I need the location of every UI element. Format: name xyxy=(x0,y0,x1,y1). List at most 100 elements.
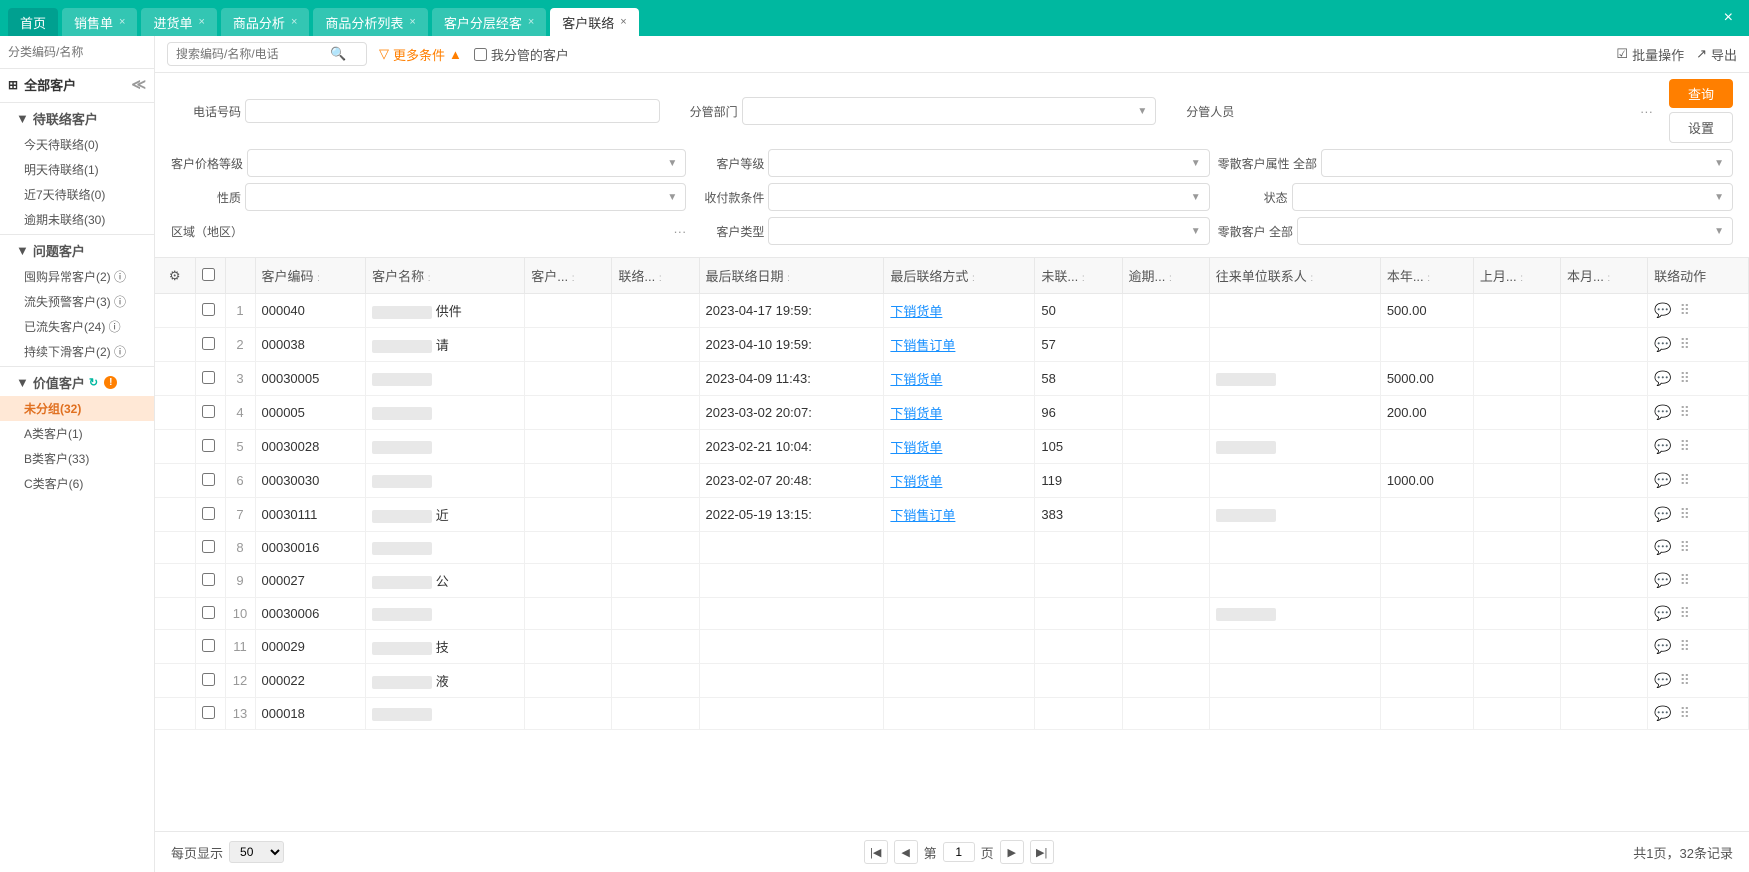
refresh-icon[interactable]: ↻ xyxy=(89,376,98,389)
more-conditions-button[interactable]: ▽ 更多条件 ▲ xyxy=(379,45,462,64)
more-icon[interactable]: ⠿ xyxy=(1680,506,1690,523)
row-checkbox[interactable] xyxy=(202,639,215,652)
row-checkbox[interactable] xyxy=(202,473,215,486)
row-checkbox[interactable] xyxy=(202,673,215,686)
sidebar-item-today[interactable]: 今天待联络(0) xyxy=(0,132,154,157)
all-customers-header[interactable]: ⊞ 全部客户 ≪ xyxy=(0,69,154,100)
sidebar-item-a-class[interactable]: A类客户(1) xyxy=(0,421,154,446)
last-method-cell[interactable]: 下销售订单 xyxy=(884,498,1035,532)
row-checkbox[interactable] xyxy=(202,405,215,418)
last-method-cell[interactable] xyxy=(884,532,1035,564)
more-icon[interactable]: ⠿ xyxy=(1680,638,1690,655)
collapse-all-icon[interactable]: ≪ xyxy=(131,76,146,93)
this-year-col-header[interactable]: 本年... : xyxy=(1380,258,1473,294)
customer-type-select[interactable]: ▼ xyxy=(768,217,1209,245)
chat-icon[interactable]: 💬 xyxy=(1654,705,1671,722)
customer-level-select[interactable]: ▼ xyxy=(768,149,1209,177)
checkbox-cell[interactable] xyxy=(195,362,225,396)
search-input[interactable] xyxy=(176,47,326,61)
first-page-button[interactable]: |◀ xyxy=(864,840,888,864)
last-method-cell[interactable] xyxy=(884,664,1035,698)
last-method-col-header[interactable]: 最后联络方式 : xyxy=(884,258,1035,294)
more-icon[interactable]: ⠿ xyxy=(1680,302,1690,319)
last-method-cell[interactable]: 下销货单 xyxy=(884,464,1035,498)
chat-icon[interactable]: 💬 xyxy=(1654,539,1671,556)
chat-icon[interactable]: 💬 xyxy=(1654,506,1671,523)
row-checkbox[interactable] xyxy=(202,706,215,719)
last-method-cell[interactable]: 下销货单 xyxy=(884,430,1035,464)
chat-icon[interactable]: 💬 xyxy=(1654,572,1671,589)
chat-icon[interactable]: 💬 xyxy=(1654,370,1671,387)
checkbox-col-header[interactable] xyxy=(195,258,225,294)
row-checkbox[interactable] xyxy=(202,606,215,619)
problem-customers-group[interactable]: ▼ 问题客户 xyxy=(0,237,154,264)
checkbox-cell[interactable] xyxy=(195,698,225,730)
reset-button[interactable]: 设置 xyxy=(1669,112,1733,143)
checkbox-cell[interactable] xyxy=(195,498,225,532)
checkbox-cell[interactable] xyxy=(195,664,225,698)
sidebar-item-declining[interactable]: 持续下滑客户(2) ⓘ xyxy=(0,339,154,364)
chat-icon[interactable]: 💬 xyxy=(1654,438,1671,455)
batch-ops-button[interactable]: ☑ 批量操作 xyxy=(1616,45,1684,64)
checkbox-cell[interactable] xyxy=(195,630,225,664)
row-checkbox[interactable] xyxy=(202,371,215,384)
more-icon[interactable]: ⠿ xyxy=(1680,336,1690,353)
close-product-analysis-icon[interactable]: × xyxy=(291,16,297,28)
dept-select[interactable]: ▼ xyxy=(742,97,1157,125)
row-checkbox[interactable] xyxy=(202,573,215,586)
close-customer-contact-icon[interactable]: × xyxy=(620,16,626,28)
price-level-select[interactable]: ▼ xyxy=(247,149,686,177)
more-icon[interactable]: ⠿ xyxy=(1680,705,1690,722)
last-method-cell[interactable] xyxy=(884,598,1035,630)
contact-method-link[interactable]: 下销货单 xyxy=(890,406,942,421)
phone-input[interactable] xyxy=(245,99,660,123)
last-method-cell[interactable]: 下销售订单 xyxy=(884,328,1035,362)
contact-method-link[interactable]: 下销货单 xyxy=(890,440,942,455)
my-customers-check[interactable] xyxy=(474,48,487,61)
settings-col-header[interactable]: ⚙ xyxy=(155,258,195,294)
more-icon[interactable]: ⠿ xyxy=(1680,605,1690,622)
more-icon[interactable]: ⠿ xyxy=(1680,672,1690,689)
status-select[interactable]: ▼ xyxy=(1292,183,1733,211)
contact-method-link[interactable]: 下销售订单 xyxy=(890,338,955,353)
value-customers-group[interactable]: ▼ 价值客户 ↻ ! xyxy=(0,369,154,396)
more-icon[interactable]: ⠿ xyxy=(1680,572,1690,589)
my-customers-checkbox[interactable]: 我分管的客户 xyxy=(474,45,569,64)
chat-icon[interactable]: 💬 xyxy=(1654,472,1671,489)
chat-icon[interactable]: 💬 xyxy=(1654,404,1671,421)
unit-contact-col-header[interactable]: 往来单位联系人 : xyxy=(1209,258,1380,294)
tab-customer-contact[interactable]: 客户联络 × xyxy=(550,8,638,36)
type-col-header[interactable]: 客户... : xyxy=(525,258,612,294)
chat-icon[interactable]: 💬 xyxy=(1654,302,1671,319)
sidebar-item-lost[interactable]: 已流失客户(24) ⓘ xyxy=(0,314,154,339)
more-icon[interactable]: ⠿ xyxy=(1680,438,1690,455)
row-checkbox[interactable] xyxy=(202,439,215,452)
last-method-cell[interactable]: 下销货单 xyxy=(884,294,1035,328)
row-checkbox[interactable] xyxy=(202,303,215,316)
code-col-header[interactable]: 客户编码 : xyxy=(255,258,366,294)
checkbox-cell[interactable] xyxy=(195,430,225,464)
sidebar-item-ungrouped[interactable]: 未分组(32) xyxy=(0,396,154,421)
sidebar-search-input[interactable] xyxy=(8,45,155,59)
tab-customer-layer[interactable]: 客户分层经客 × xyxy=(432,8,546,36)
tab-purchase-order[interactable]: 进货单 × xyxy=(141,8,216,36)
last-page-button[interactable]: ▶| xyxy=(1030,840,1054,864)
row-checkbox[interactable] xyxy=(202,337,215,350)
contact-col-header[interactable]: 联络... : xyxy=(612,258,699,294)
search-button[interactable]: 查询 xyxy=(1669,79,1733,108)
search-icon[interactable]: 🔍 xyxy=(330,46,346,62)
sidebar-item-tomorrow[interactable]: 明天待联络(1) xyxy=(0,157,154,182)
this-month-col-header[interactable]: 本月... : xyxy=(1560,258,1647,294)
last-month-col-header[interactable]: 上月... : xyxy=(1473,258,1560,294)
page-number-input[interactable] xyxy=(943,842,975,862)
overdue-col-header[interactable]: 逾期... : xyxy=(1122,258,1209,294)
window-close-button[interactable]: × xyxy=(1716,9,1741,27)
chat-icon[interactable]: 💬 xyxy=(1654,605,1671,622)
sidebar-item-c-class[interactable]: C类客户(6) xyxy=(0,471,154,496)
sidebar-item-overdue[interactable]: 逾期未联络(30) xyxy=(0,207,154,232)
contact-method-link[interactable]: 下销货单 xyxy=(890,304,942,319)
checkbox-cell[interactable] xyxy=(195,328,225,362)
checkbox-cell[interactable] xyxy=(195,532,225,564)
search-box[interactable]: 🔍 xyxy=(167,42,367,66)
not-contacted-col-header[interactable]: 未联... : xyxy=(1035,258,1122,294)
